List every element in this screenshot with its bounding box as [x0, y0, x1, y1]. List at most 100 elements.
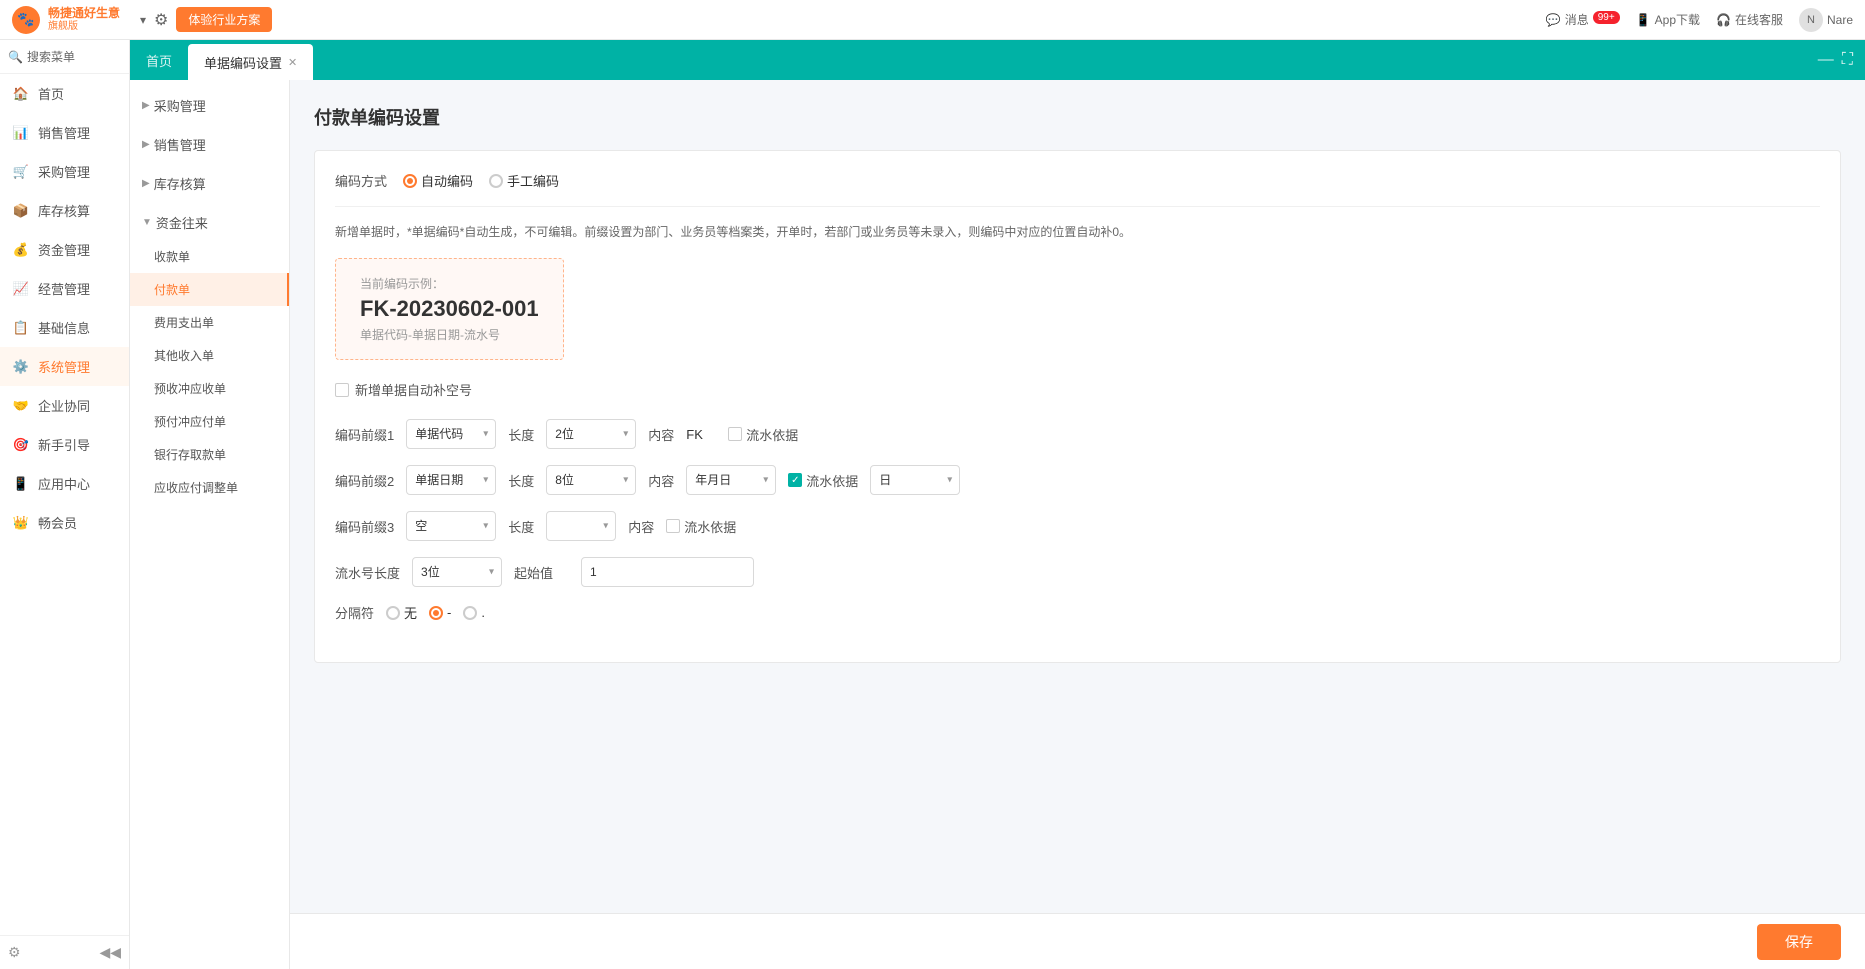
sidebar-item-sales[interactable]: 📊 销售管理 — [0, 113, 129, 152]
prefix2-stream-checkbox[interactable]: ✓ — [788, 473, 802, 487]
prefix3-content-label: 内容 — [628, 517, 654, 536]
sidebar-item-basic[interactable]: 📋 基础信息 — [0, 308, 129, 347]
sub-sidebar-item-pre-collection[interactable]: 预收冲应收单 — [130, 372, 289, 405]
sub-sidebar-item-bank-deposit[interactable]: 银行存取款单 — [130, 438, 289, 471]
sub-sidebar-item-ap-adjust[interactable]: 应收应付调整单 — [130, 471, 289, 504]
prefix2-stream-unit-select[interactable]: 日 月 年 — [870, 465, 960, 495]
sidebar-item-app[interactable]: 📱 应用中心 — [0, 464, 129, 503]
app-icon: 📱 — [1636, 13, 1651, 27]
prefix2-length-label: 长度 — [508, 471, 534, 490]
prefix3-length-select[interactable] — [546, 511, 616, 541]
auto-encoding-radio[interactable] — [403, 174, 417, 188]
dropdown-icon[interactable]: ▾ — [140, 13, 146, 27]
manual-encoding-radio[interactable] — [489, 174, 503, 188]
sidebar-item-system[interactable]: ⚙️ 系统管理 — [0, 347, 129, 386]
settings-gear-icon[interactable]: ⚙ — [8, 944, 21, 961]
autofill-checkbox[interactable] — [335, 383, 349, 397]
separator-none-radio[interactable] — [386, 606, 400, 620]
sub-sidebar-group-inventory: ▶ 库存核算 — [130, 166, 289, 201]
industry-btn[interactable]: 体验行业方案 — [176, 7, 272, 32]
sidebar-item-inventory[interactable]: 📦 库存核算 — [0, 191, 129, 230]
prefix1-stream-checkbox[interactable] — [728, 427, 742, 441]
sidebar-bottom: ⚙ ◀◀ — [0, 935, 129, 969]
sub-sidebar-sales-title[interactable]: ▶ 销售管理 — [130, 127, 289, 162]
operation-icon: 📈 — [12, 280, 30, 298]
chevron-right-icon3: ▶ — [142, 178, 150, 189]
separator-dot[interactable]: . — [463, 605, 485, 620]
sidebar-item-vip[interactable]: 👑 畅会员 — [0, 503, 129, 542]
chevron-right-icon: ▶ — [142, 100, 150, 111]
auto-encoding-option[interactable]: 自动编码 — [403, 171, 473, 190]
brand-text: 畅捷通好生意 旗舰版 — [48, 6, 120, 32]
prefix1-row: 编码前缀1 单据代码 单据日期 空 ▾ 长度 — [335, 419, 1820, 449]
sub-sidebar-item-receipt[interactable]: 收款单 — [130, 240, 289, 273]
serial-length-select[interactable]: 3位 4位 5位 6位 — [412, 557, 502, 587]
prefix2-length-wrapper: 8位 2位 4位 6位 ▾ — [546, 465, 636, 495]
sub-sidebar-group-capital: ▼ 资金往来 收款单 付款单 费用支出单 其他收入单 预收冲应收单 预付冲应付单… — [130, 205, 289, 504]
encoding-method-row: 编码方式 自动编码 — [335, 171, 1820, 207]
main-content: 付款单编码设置 编码方式 自动编码 — [290, 80, 1865, 913]
serial-start-input[interactable] — [581, 557, 754, 587]
sub-sidebar-capital-title[interactable]: ▼ 资金往来 — [130, 205, 289, 240]
tab-close-icon[interactable]: ✕ — [288, 56, 297, 69]
preview-label: 当前编码示例： — [360, 275, 539, 292]
finance-icon: 💰 — [12, 241, 30, 259]
separator-hyphen-radio[interactable] — [429, 606, 443, 620]
prefix1-select[interactable]: 单据代码 单据日期 空 — [406, 419, 496, 449]
sidebar-item-purchase[interactable]: 🛒 采购管理 — [0, 152, 129, 191]
preview-code: FK-20230602-001 — [360, 296, 539, 322]
tab-minimize-icon[interactable]: — — [1818, 51, 1834, 69]
user-item[interactable]: N Nare — [1799, 8, 1853, 32]
prefix3-length-wrapper: ▾ — [546, 511, 616, 541]
tab-maximize-icon[interactable]: ⛶ — [1842, 51, 1853, 69]
prefix3-stream-checkbox[interactable] — [666, 519, 680, 533]
chevron-right-icon2: ▶ — [142, 139, 150, 150]
serial-length-wrapper: 3位 4位 5位 6位 ▾ — [412, 557, 502, 587]
bottom-bar: 保存 — [290, 913, 1865, 969]
sidebar-item-operation[interactable]: 📈 经营管理 — [0, 269, 129, 308]
service-icon: 🎧 — [1716, 13, 1731, 27]
sidebar-search[interactable]: 🔍 搜索菜单 — [0, 40, 129, 74]
sidebar-item-finance[interactable]: 💰 资金管理 — [0, 230, 129, 269]
tab-home[interactable]: 首页 — [130, 40, 188, 80]
prefix3-row: 编码前缀3 空 单据代码 单据日期 ▾ 长度 — [335, 511, 1820, 541]
sub-sidebar-item-other-income[interactable]: 其他收入单 — [130, 339, 289, 372]
sub-sidebar-item-pre-payment[interactable]: 预付冲应付单 — [130, 405, 289, 438]
message-item[interactable]: 💬 消息 99+ — [1546, 11, 1620, 28]
brand-title: 畅捷通好生意 — [48, 6, 120, 20]
separator-none[interactable]: 无 — [386, 603, 417, 622]
manual-encoding-option[interactable]: 手工编码 — [489, 171, 559, 190]
prefix2-length-select[interactable]: 8位 2位 4位 6位 — [546, 465, 636, 495]
settings-icon[interactable]: ⚙ — [154, 10, 168, 30]
collapse-icon[interactable]: ◀◀ — [99, 944, 121, 961]
tab-encoding[interactable]: 单据编码设置 ✕ — [188, 44, 313, 80]
sub-sidebar-purchase-title[interactable]: ▶ 采购管理 — [130, 88, 289, 123]
basic-icon: 📋 — [12, 319, 30, 337]
save-button[interactable]: 保存 — [1757, 924, 1841, 960]
brand-sub: 旗舰版 — [48, 21, 120, 33]
content-area: ▶ 采购管理 ▶ 销售管理 ▶ 库存核算 — [130, 80, 1865, 969]
prefix3-select[interactable]: 空 单据代码 单据日期 — [406, 511, 496, 541]
sidebar-item-home[interactable]: 🏠 首页 — [0, 74, 129, 113]
sidebar-item-cooperation[interactable]: 🤝 企业协同 — [0, 386, 129, 425]
sub-sidebar-item-expense[interactable]: 费用支出单 — [130, 306, 289, 339]
prefix1-length-select[interactable]: 2位 4位 6位 8位 — [546, 419, 636, 449]
app-nav-icon: 📱 — [12, 475, 30, 493]
online-service-item[interactable]: 🎧 在线客服 — [1716, 11, 1783, 28]
prefix1-select-wrapper: 单据代码 单据日期 空 ▾ — [406, 419, 496, 449]
prefix2-content-select[interactable]: 年月日 年月 年 — [686, 465, 776, 495]
sub-sidebar-item-payment[interactable]: 付款单 — [130, 273, 289, 306]
radio-group: 自动编码 手工编码 — [403, 171, 559, 190]
guide-icon: 🎯 — [12, 436, 30, 454]
prefix2-select[interactable]: 单据日期 单据代码 空 — [406, 465, 496, 495]
preview-box: 当前编码示例： FK-20230602-001 单据代码-单据日期-流水号 — [335, 258, 564, 360]
sidebar-item-guide[interactable]: 🎯 新手引导 — [0, 425, 129, 464]
prefix3-label: 编码前缀3 — [335, 517, 394, 536]
app-download-item[interactable]: 📱 App下载 — [1636, 11, 1700, 28]
purchase-icon: 🛒 — [12, 163, 30, 181]
tab-bar-actions: — ⛶ — [1818, 51, 1865, 69]
separator-dot-radio[interactable] — [463, 606, 477, 620]
sub-sidebar-inventory-title[interactable]: ▶ 库存核算 — [130, 166, 289, 201]
encoding-method-label: 编码方式 — [335, 171, 387, 190]
separator-hyphen[interactable]: - — [429, 605, 451, 620]
